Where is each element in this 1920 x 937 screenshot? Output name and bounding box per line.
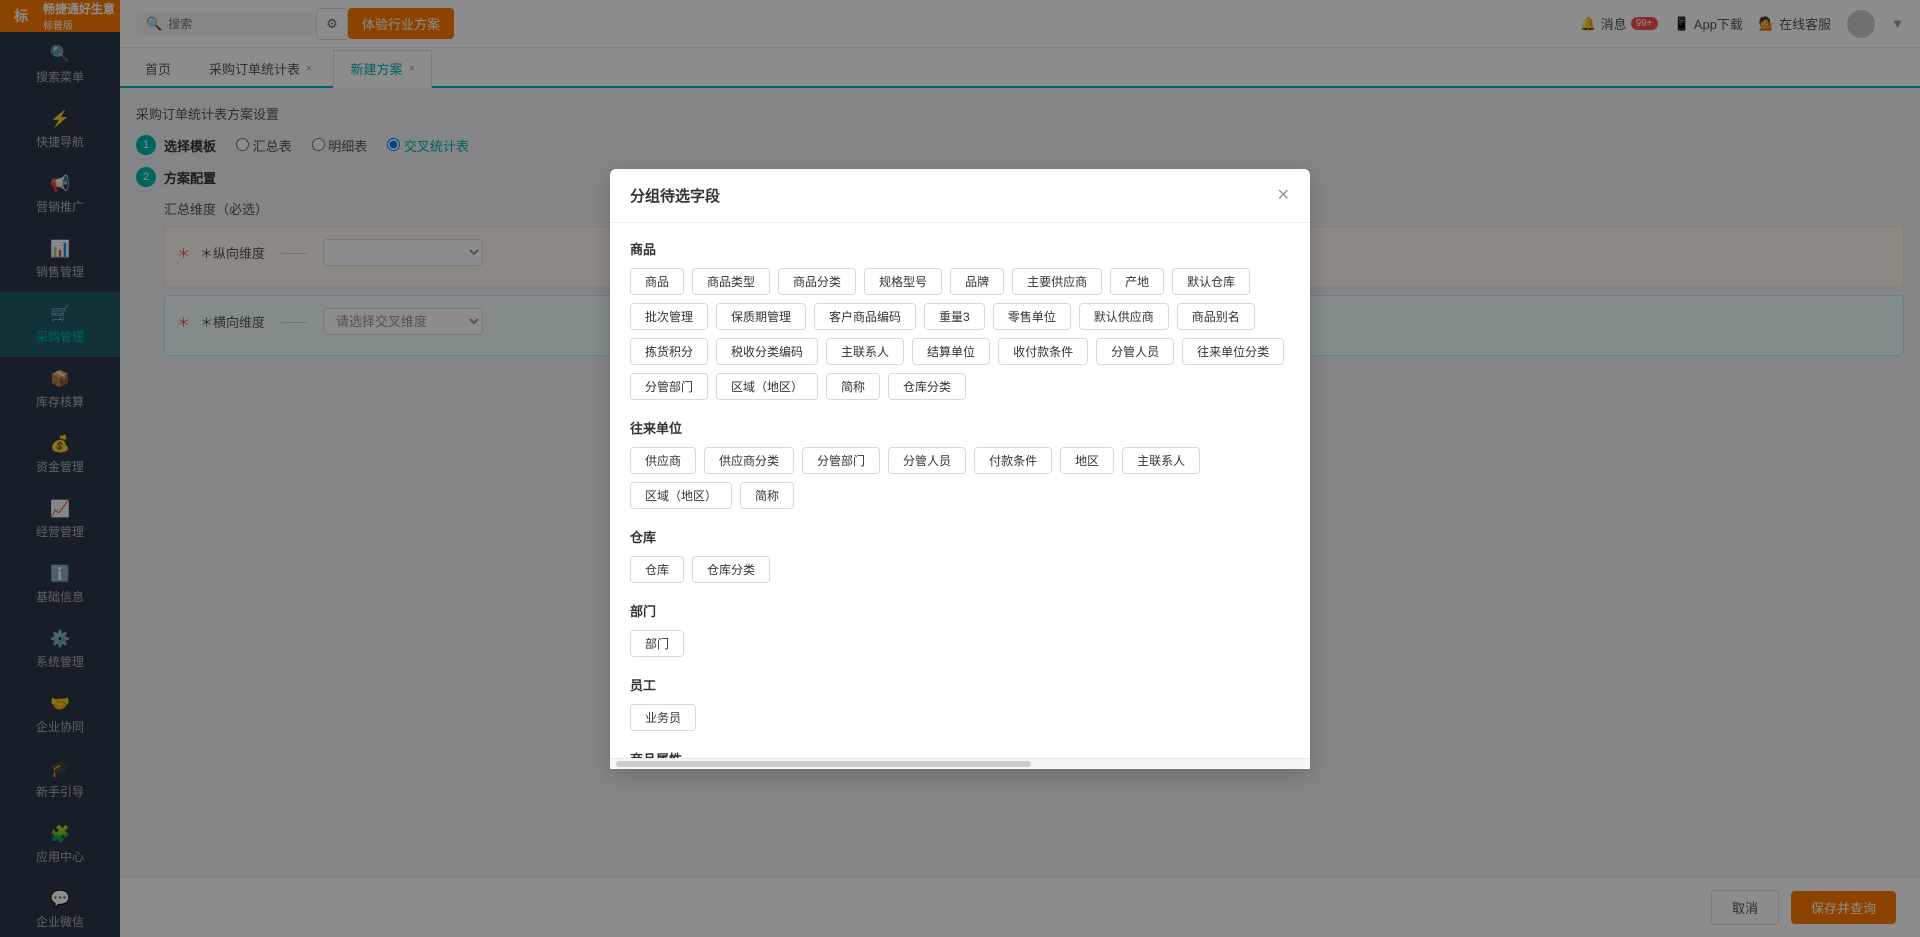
field-tag[interactable]: 商品 xyxy=(630,268,684,295)
field-tag[interactable]: 商品分类 xyxy=(778,268,856,295)
field-section-department: 部门部门 xyxy=(630,601,1290,657)
field-tag[interactable]: 批次管理 xyxy=(630,303,708,330)
field-tag[interactable]: 默认供应商 xyxy=(1079,303,1169,330)
field-tag[interactable]: 商品类型 xyxy=(692,268,770,295)
field-section-product: 商品商品商品类型商品分类规格型号品牌主要供应商产地默认仓库批次管理保质期管理客户… xyxy=(630,239,1290,400)
field-tag[interactable]: 区域（地区） xyxy=(716,373,818,400)
field-tag[interactable]: 分管人员 xyxy=(888,447,966,474)
field-tag[interactable]: 地区 xyxy=(1060,447,1114,474)
modal-header: 分组待选字段 ✕ xyxy=(610,169,1310,223)
field-section-title-department: 部门 xyxy=(630,601,1290,620)
modal-body[interactable]: 商品商品商品类型商品分类规格型号品牌主要供应商产地默认仓库批次管理保质期管理客户… xyxy=(610,223,1310,759)
field-tags-product: 商品商品类型商品分类规格型号品牌主要供应商产地默认仓库批次管理保质期管理客户商品… xyxy=(630,268,1290,400)
field-section-title-product: 商品 xyxy=(630,239,1290,258)
field-section-title-warehouse: 仓库 xyxy=(630,527,1290,546)
field-tag[interactable]: 客户商品编码 xyxy=(814,303,916,330)
field-section-warehouse: 仓库仓库仓库分类 xyxy=(630,527,1290,583)
field-section-product-attr: 商品属性属性颜色多规格尺码鞋码1 xyxy=(630,749,1290,759)
field-tag[interactable]: 主联系人 xyxy=(1122,447,1200,474)
field-tag[interactable]: 收付款条件 xyxy=(998,338,1088,365)
field-tag[interactable]: 保质期管理 xyxy=(716,303,806,330)
field-tag[interactable]: 产地 xyxy=(1110,268,1164,295)
modal-overlay: 分组待选字段 ✕ 商品商品商品类型商品分类规格型号品牌主要供应商产地默认仓库批次… xyxy=(0,0,1920,937)
field-tags-employee: 业务员 xyxy=(630,704,1290,731)
field-tag[interactable]: 税收分类编码 xyxy=(716,338,818,365)
field-tag[interactable]: 主要供应商 xyxy=(1012,268,1102,295)
field-tag[interactable]: 仓库分类 xyxy=(888,373,966,400)
field-tag[interactable]: 仓库分类 xyxy=(692,556,770,583)
field-tag[interactable]: 品牌 xyxy=(950,268,1004,295)
field-tag[interactable]: 规格型号 xyxy=(864,268,942,295)
field-section-title-product-attr: 商品属性 xyxy=(630,749,1290,759)
modal-hscroll-thumb xyxy=(616,761,1031,767)
field-tag[interactable]: 商品别名 xyxy=(1177,303,1255,330)
field-tag[interactable]: 重量3 xyxy=(924,303,985,330)
field-tag[interactable]: 部门 xyxy=(630,630,684,657)
field-tag[interactable]: 仓库 xyxy=(630,556,684,583)
field-tags-partner: 供应商供应商分类分管部门分管人员付款条件地区主联系人区域（地区） 简称 xyxy=(630,447,1290,509)
field-section-title-partner: 往来单位 xyxy=(630,418,1290,437)
field-tags-department: 部门 xyxy=(630,630,1290,657)
field-tag[interactable]: 往来单位分类 xyxy=(1182,338,1284,365)
field-tag[interactable]: 业务员 xyxy=(630,704,696,731)
field-section-title-employee: 员工 xyxy=(630,675,1290,694)
field-tag[interactable]: 拣货积分 xyxy=(630,338,708,365)
field-section-partner: 往来单位供应商供应商分类分管部门分管人员付款条件地区主联系人区域（地区） 简称 xyxy=(630,418,1290,509)
field-tag[interactable]: 供应商 xyxy=(630,447,696,474)
field-tag[interactable]: 区域（地区） xyxy=(630,482,732,509)
field-tag[interactable]: 简称 xyxy=(740,482,794,509)
field-tag[interactable]: 结算单位 xyxy=(912,338,990,365)
field-tag[interactable]: 分管人员 xyxy=(1096,338,1174,365)
field-tag[interactable]: 分管部门 xyxy=(630,373,708,400)
field-section-employee: 员工业务员 xyxy=(630,675,1290,731)
field-tag[interactable]: 供应商分类 xyxy=(704,447,794,474)
modal-horizontal-scrollbar[interactable] xyxy=(610,758,1310,768)
field-tag[interactable]: 主联系人 xyxy=(826,338,904,365)
field-tag[interactable]: 简称 xyxy=(826,373,880,400)
modal-dialog: 分组待选字段 ✕ 商品商品商品类型商品分类规格型号品牌主要供应商产地默认仓库批次… xyxy=(610,169,1310,769)
modal-close-button[interactable]: ✕ xyxy=(1277,185,1290,205)
field-tag[interactable]: 零售单位 xyxy=(993,303,1071,330)
field-tag[interactable]: 付款条件 xyxy=(974,447,1052,474)
field-tag[interactable]: 默认仓库 xyxy=(1172,268,1250,295)
modal-title: 分组待选字段 xyxy=(630,185,720,206)
field-tag[interactable]: 分管部门 xyxy=(802,447,880,474)
field-tags-warehouse: 仓库仓库分类 xyxy=(630,556,1290,583)
